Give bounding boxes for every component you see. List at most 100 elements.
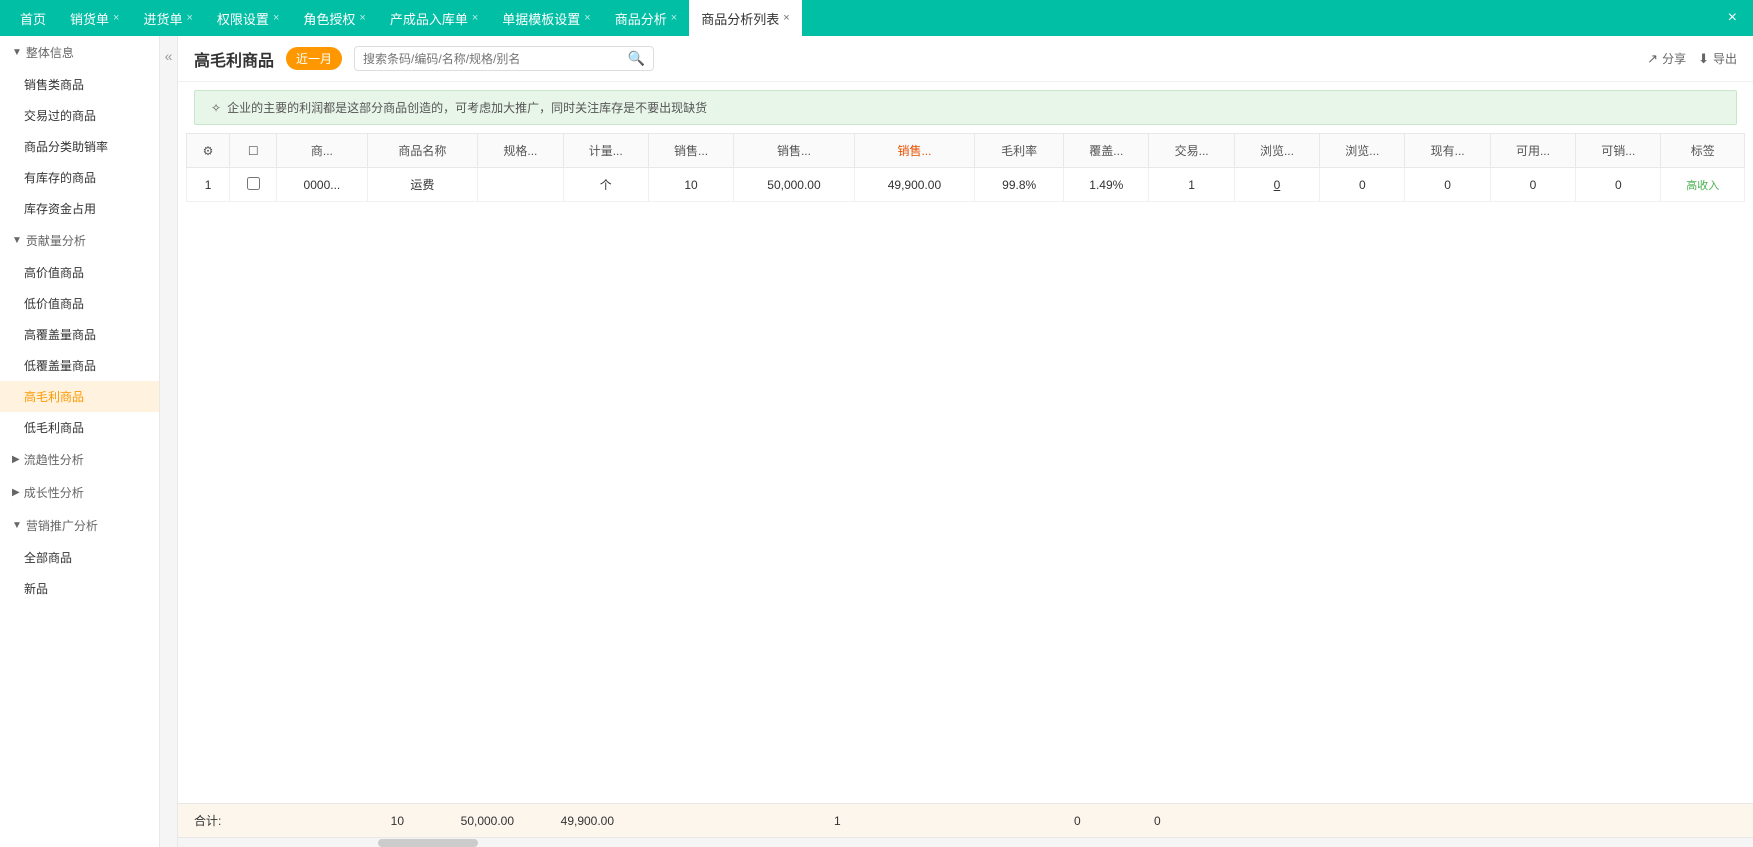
footer-trade: 1 (797, 814, 877, 828)
col-gross-margin[interactable]: 毛利率 (975, 134, 1064, 168)
col-trade[interactable]: 交易... (1149, 134, 1234, 168)
sidebar-item-high-value[interactable]: 高价值商品 (0, 257, 159, 288)
footer-spacer (237, 814, 357, 828)
nav-product-inbound[interactable]: 产成品入库单 × (378, 0, 490, 36)
col-tag[interactable]: 标签 (1661, 134, 1745, 168)
col-sales-cost[interactable]: 销售... (854, 134, 974, 168)
footer-current: 0 (1037, 814, 1117, 828)
sidebar-item-category-rate[interactable]: 商品分类助销率 (0, 131, 159, 162)
info-text: 企业的主要的利润都是这部分商品创造的，可考虑加大推广，同时关注库存是不要出现缺货 (227, 99, 707, 116)
close-role-auth[interactable]: × (359, 12, 365, 24)
cell-tag: 高收入 (1661, 168, 1745, 202)
col-sales-amount[interactable]: 销售... (734, 134, 854, 168)
nav-permission-settings[interactable]: 权限设置 × (205, 0, 291, 36)
close-product-analysis[interactable]: × (671, 12, 677, 24)
col-browse1[interactable]: 浏览... (1234, 134, 1319, 168)
main-area: ▼ 整体信息 销售类商品 交易过的商品 商品分类助销率 有库存的商品 库存资金占… (0, 36, 1753, 847)
nav-template-settings[interactable]: 单据模板设置 × (490, 0, 602, 36)
footer-browse2-spacer (957, 814, 1037, 828)
footer-sales-amount: 50,000.00 (437, 814, 537, 828)
cell-coverage: 1.49% (1064, 168, 1149, 202)
export-btn[interactable]: ⬇ 导出 (1698, 50, 1737, 67)
cell-sales-qty: 10 (648, 168, 733, 202)
close-purchase-order[interactable]: × (186, 12, 192, 24)
sidebar-group-growth[interactable]: ▶ 成长性分析 (0, 476, 159, 509)
sidebar-item-low-margin[interactable]: 低毛利商品 (0, 412, 159, 443)
sidebar-item-stock-goods[interactable]: 有库存的商品 (0, 162, 159, 193)
col-current[interactable]: 现有... (1405, 134, 1490, 168)
nav-role-auth[interactable]: 角色授权 × (291, 0, 377, 36)
content-area: 高毛利商品 近一月 🔍 ↗ 分享 ⬇ 导出 ✧ 企业的主要的利润都是这部分商品创… (178, 36, 1753, 847)
sidebar-item-low-coverage[interactable]: 低覆盖量商品 (0, 350, 159, 381)
sidebar-group-overall[interactable]: ▼ 整体信息 (0, 36, 159, 69)
search-icon[interactable]: 🔍 (628, 50, 645, 67)
col-unit[interactable]: 计量... (563, 134, 648, 168)
collapse-arrow-flow: ▶ (12, 454, 20, 465)
sidebar-item-stock-capital[interactable]: 库存资金占用 (0, 193, 159, 224)
close-permission-settings[interactable]: × (273, 12, 279, 24)
filter-recent-month-btn[interactable]: 近一月 (286, 47, 342, 70)
sidebar: ▼ 整体信息 销售类商品 交易过的商品 商品分类助销率 有库存的商品 库存资金占… (0, 36, 160, 847)
sidebar-group-flow[interactable]: ▶ 流趋性分析 (0, 443, 159, 476)
nav-product-analysis-list[interactable]: 商品分析列表 × (689, 0, 801, 36)
cell-gross-margin: 99.8% (975, 168, 1064, 202)
close-product-analysis-list[interactable]: × (783, 12, 789, 24)
col-sales-qty[interactable]: 销售... (648, 134, 733, 168)
sidebar-toggle-btn[interactable]: « (160, 36, 178, 847)
table-header-row: ⚙ ☐ 商... 商品名称 规格... 计量... 销售... 销售... 销售… (187, 134, 1745, 168)
share-btn[interactable]: ↗ 分享 (1647, 50, 1686, 67)
col-checkbox[interactable]: ☐ (230, 134, 277, 168)
footer-sales-cost: 49,900.00 (537, 814, 637, 828)
sidebar-item-all-goods[interactable]: 全部商品 (0, 542, 159, 573)
close-sales-order[interactable]: × (113, 12, 119, 24)
cell-trade: 1 (1149, 168, 1234, 202)
share-icon: ↗ (1647, 51, 1658, 67)
footer-gross-margin-spacer (637, 814, 717, 828)
nav-home[interactable]: 首页 (8, 0, 58, 36)
cell-code: 0000... (277, 168, 367, 202)
top-navigation: 首页 销货单 × 进货单 × 权限设置 × 角色授权 × 产成品入库单 × 单据… (0, 0, 1753, 36)
cell-browse1: 0 (1234, 168, 1319, 202)
col-name[interactable]: 商品名称 (367, 134, 478, 168)
sidebar-item-high-coverage[interactable]: 高覆盖量商品 (0, 319, 159, 350)
search-input[interactable] (363, 52, 628, 66)
cell-checkbox[interactable] (230, 168, 277, 202)
collapse-arrow-contribution: ▼ (12, 235, 22, 246)
col-browse2[interactable]: 浏览... (1320, 134, 1405, 168)
data-table: ⚙ ☐ 商... 商品名称 规格... 计量... 销售... 销售... 销售… (186, 133, 1745, 202)
horizontal-scrollbar[interactable] (178, 837, 1753, 847)
col-salable[interactable]: 可销... (1576, 134, 1661, 168)
footer-coverage-spacer (717, 814, 797, 828)
close-template-settings[interactable]: × (584, 12, 590, 24)
sidebar-item-sales-goods[interactable]: 销售类商品 (0, 69, 159, 100)
nav-sales-order[interactable]: 销货单 × (58, 0, 131, 36)
page-title: 高毛利商品 (194, 47, 274, 71)
col-code[interactable]: 商... (277, 134, 367, 168)
footer-browse1-spacer (877, 814, 957, 828)
sidebar-item-new-goods[interactable]: 新品 (0, 573, 159, 604)
search-box: 🔍 (354, 46, 654, 71)
col-settings[interactable]: ⚙ (187, 134, 230, 168)
sidebar-group-contribution[interactable]: ▼ 贡献量分析 (0, 224, 159, 257)
browse1-link[interactable]: 0 (1274, 178, 1281, 192)
footer-totals-bar: 合计: 10 50,000.00 49,900.00 1 0 0 (178, 803, 1753, 837)
collapse-arrow-overall: ▼ (12, 47, 22, 58)
close-window-btn[interactable]: × (1720, 9, 1745, 27)
col-coverage[interactable]: 覆盖... (1064, 134, 1149, 168)
cell-name: 运费 (367, 168, 478, 202)
close-product-inbound[interactable]: × (472, 12, 478, 24)
col-spec[interactable]: 规格... (478, 134, 563, 168)
cell-unit: 个 (563, 168, 648, 202)
footer-available: 0 (1117, 814, 1197, 828)
export-icon: ⬇ (1698, 51, 1709, 67)
cell-salable: 0 (1576, 168, 1661, 202)
nav-purchase-order[interactable]: 进货单 × (131, 0, 204, 36)
nav-product-analysis[interactable]: 商品分析 × (603, 0, 689, 36)
row-checkbox[interactable] (247, 177, 260, 190)
sidebar-group-marketing[interactable]: ▼ 营销推广分析 (0, 509, 159, 542)
sidebar-item-traded-goods[interactable]: 交易过的商品 (0, 100, 159, 131)
sidebar-item-low-value[interactable]: 低价值商品 (0, 288, 159, 319)
sidebar-item-high-margin[interactable]: 高毛利商品 (0, 381, 159, 412)
col-available[interactable]: 可用... (1490, 134, 1575, 168)
cell-browse2: 0 (1320, 168, 1405, 202)
